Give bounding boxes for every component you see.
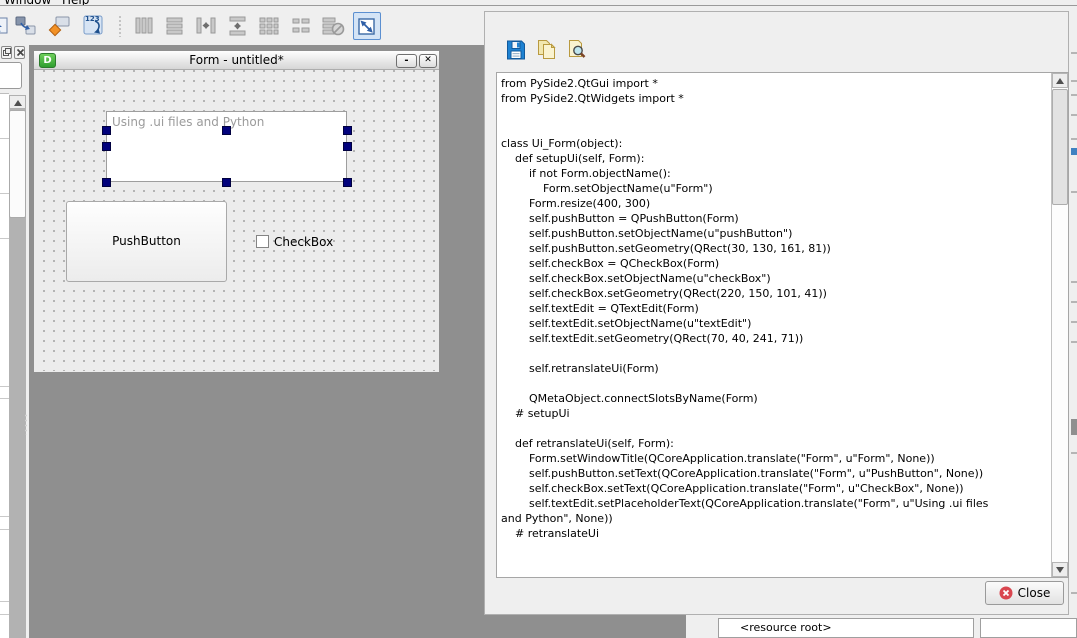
form-canvas[interactable]: Using .ui files and Python PushButton Ch…: [35, 70, 438, 371]
edit-signals-slots-button[interactable]: [13, 12, 39, 40]
designer-form-icon: D: [39, 53, 56, 68]
find-icon-button[interactable]: [565, 38, 591, 64]
tab-order-123-label: 123: [85, 15, 100, 23]
resize-handle-top-left[interactable]: [102, 126, 111, 135]
code-scroll-thumb[interactable]: [1052, 89, 1068, 205]
checkbox-label: CheckBox: [274, 235, 333, 249]
save-button[interactable]: [504, 38, 530, 64]
resize-handle-bottom-left[interactable]: [102, 178, 111, 187]
menu-window[interactable]: Window: [4, 0, 51, 6]
form-close-button[interactable]: ✕: [419, 54, 437, 68]
resize-handle-top-right[interactable]: [343, 126, 352, 135]
code-scroll-down-arrow[interactable]: [1052, 562, 1068, 577]
widget-filter-input[interactable]: [0, 62, 22, 89]
resize-handle-top[interactable]: [222, 126, 231, 135]
form-window-title: Form - untitled*: [189, 53, 283, 67]
resource-root-item[interactable]: <resource root>: [740, 621, 832, 634]
resource-side-panel[interactable]: [980, 618, 1077, 638]
toolbar-separator: [119, 15, 121, 37]
right-panel-sliver: [1069, 11, 1077, 615]
lay-out-vertically-button[interactable]: [162, 12, 188, 40]
code-scroll-up-arrow[interactable]: [1052, 73, 1068, 88]
close-red-icon: [999, 586, 1013, 600]
widget-box-list: [0, 93, 9, 638]
close-button[interactable]: Close: [985, 581, 1064, 605]
code-scrollbar[interactable]: [1051, 73, 1068, 577]
edit-tab-order-button[interactable]: 123: [81, 12, 107, 40]
python-code-view[interactable]: from PySide2.QtGui import *from PySide2.…: [496, 72, 1069, 578]
save-icon: [504, 47, 528, 66]
menu-help[interactable]: Help: [62, 0, 89, 6]
dock-float-button[interactable]: [1, 46, 12, 59]
up-arrow-icon: [1056, 78, 1064, 84]
lay-out-vertically-in-splitter-button[interactable]: [225, 12, 251, 40]
lay-out-in-a-form-layout-button[interactable]: [288, 12, 314, 40]
form-minimize-button[interactable]: -: [396, 54, 417, 68]
lay-out-in-a-grid-button[interactable]: [256, 12, 282, 40]
resize-handle-right[interactable]: [343, 142, 352, 151]
copy-icon-button[interactable]: [535, 38, 561, 64]
pushbutton-widget[interactable]: PushButton: [66, 201, 227, 282]
scrollbar-up-arrow[interactable]: [9, 95, 26, 109]
copy-icon: [535, 47, 559, 66]
resize-handle-bottom-right[interactable]: [343, 178, 352, 187]
resize-handle-bottom[interactable]: [222, 178, 231, 187]
widget-box-scrollbar[interactable]: [9, 95, 26, 638]
resize-handle-left[interactable]: [102, 142, 111, 151]
checkbox-widget[interactable]: CheckBox: [256, 221, 357, 262]
scrollbar-thumb[interactable]: [9, 110, 26, 218]
code-lines: from PySide2.QtGui import *from PySide2.…: [501, 76, 1048, 575]
down-arrow-icon: [1056, 567, 1064, 573]
view-python-code-dialog: from PySide2.QtGui import *from PySide2.…: [484, 11, 1069, 615]
up-arrow-icon: [14, 100, 22, 106]
adjust-size-button[interactable]: [353, 12, 381, 40]
checkbox-indicator[interactable]: [256, 235, 269, 248]
break-layout-button[interactable]: [319, 12, 349, 40]
edit-widgets-button[interactable]: [0, 12, 11, 40]
lay-out-horizontally-in-splitter-button[interactable]: [193, 12, 219, 40]
edit-buddies-button[interactable]: [47, 12, 73, 40]
dock-splitter-handle[interactable]: [25, 413, 27, 435]
form-window-titlebar[interactable]: D Form - untitled* - ✕: [34, 51, 439, 70]
textedit-widget[interactable]: Using .ui files and Python: [106, 111, 347, 182]
qt-designer-window: Window Help 123: [0, 0, 1077, 638]
lay-out-horizontally-button[interactable]: [131, 12, 157, 40]
close-button-label: Close: [1018, 586, 1051, 600]
find-icon: [565, 47, 589, 66]
form-designer-window: D Form - untitled* - ✕ Using .ui files a…: [33, 50, 440, 373]
resource-tree[interactable]: <resource root>: [718, 618, 974, 638]
widget-box-dock: [0, 45, 29, 638]
dock-close-button[interactable]: [14, 46, 25, 59]
menu-bar: Window Help: [0, 0, 1077, 6]
resource-browser-dock: <resource root>: [686, 615, 1077, 638]
